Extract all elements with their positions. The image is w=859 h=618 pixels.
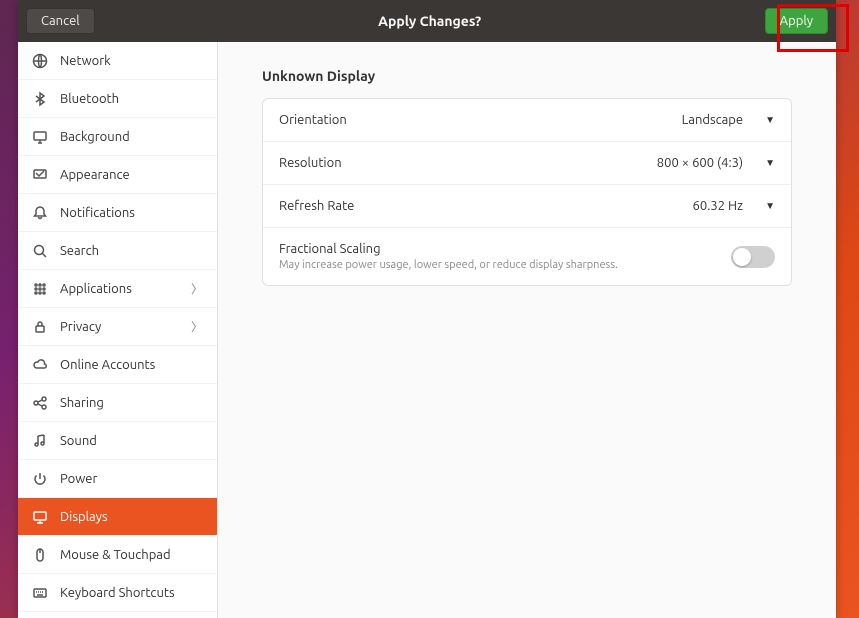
window-body: Network Bluetooth Background Appearance …: [18, 42, 836, 618]
sidebar-item-mouse[interactable]: Mouse & Touchpad: [18, 536, 217, 574]
sidebar-item-label: Keyboard Shortcuts: [60, 586, 203, 600]
sidebar-item-label: Displays: [60, 510, 203, 524]
row-label-group: Fractional Scaling May increase power us…: [279, 242, 719, 271]
appearance-icon: [32, 167, 48, 183]
dropdown-icon: ▼: [765, 114, 775, 126]
bell-icon: [32, 205, 48, 221]
power-icon: [32, 471, 48, 487]
sidebar-item-label: Online Accounts: [60, 358, 203, 372]
share-icon: [32, 395, 48, 411]
sidebar-item-label: Sound: [60, 434, 203, 448]
display-icon: [32, 509, 48, 525]
sidebar-item-notifications[interactable]: Notifications: [18, 194, 217, 232]
sidebar-item-label: Applications: [60, 282, 179, 296]
apply-button[interactable]: Apply: [765, 8, 828, 34]
orientation-row[interactable]: Orientation Landscape ▼: [263, 99, 791, 142]
refresh-row[interactable]: Refresh Rate 60.32 Hz ▼: [263, 185, 791, 228]
sidebar-item-label: Mouse & Touchpad: [60, 548, 203, 562]
sidebar-item-sharing[interactable]: Sharing: [18, 384, 217, 422]
chevron-right-icon: 〉: [191, 318, 203, 335]
sidebar-item-keyboard[interactable]: Keyboard Shortcuts: [18, 574, 217, 612]
fractional-scaling-toggle[interactable]: [731, 246, 775, 268]
sidebar-item-appearance[interactable]: Appearance: [18, 156, 217, 194]
lock-icon: [32, 319, 48, 335]
dropdown-icon: ▼: [765, 157, 775, 169]
sidebar-item-bluetooth[interactable]: Bluetooth: [18, 80, 217, 118]
grid-icon: [32, 281, 48, 297]
window-title: Apply Changes?: [378, 13, 481, 29]
keyboard-icon: [32, 585, 48, 601]
sidebar-item-label: Background: [60, 130, 203, 144]
sidebar-item-label: Notifications: [60, 206, 203, 220]
sidebar-item-power[interactable]: Power: [18, 460, 217, 498]
section-title: Unknown Display: [262, 68, 792, 84]
sidebar-item-label: Sharing: [60, 396, 203, 410]
row-label: Orientation: [279, 113, 670, 127]
sidebar-item-label: Power: [60, 472, 203, 486]
cloud-icon: [32, 357, 48, 373]
mouse-icon: [32, 547, 48, 563]
settings-window: Cancel Apply Changes? Apply Network Blue…: [18, 0, 836, 618]
fractional-scaling-row: Fractional Scaling May increase power us…: [263, 228, 791, 285]
resolution-value: 800 × 600 (4:3): [657, 156, 743, 170]
orientation-value: Landscape: [682, 113, 743, 127]
refresh-value: 60.32 Hz: [693, 199, 744, 213]
dropdown-icon: ▼: [765, 200, 775, 212]
sidebar-item-network[interactable]: Network: [18, 42, 217, 80]
display-settings-panel: Orientation Landscape ▼ Resolution 800 ×…: [262, 98, 792, 286]
sidebar: Network Bluetooth Background Appearance …: [18, 42, 218, 618]
bluetooth-icon: [32, 91, 48, 107]
search-icon: [32, 243, 48, 259]
sidebar-item-search[interactable]: Search: [18, 232, 217, 270]
chevron-right-icon: 〉: [191, 280, 203, 297]
scaling-label: Fractional Scaling: [279, 242, 719, 256]
globe-icon: [32, 53, 48, 69]
titlebar: Cancel Apply Changes? Apply: [18, 0, 836, 42]
cancel-button[interactable]: Cancel: [26, 8, 95, 34]
sidebar-item-label: Appearance: [60, 168, 203, 182]
row-label: Refresh Rate: [279, 199, 681, 213]
sidebar-item-label: Privacy: [60, 320, 179, 334]
sidebar-item-sound[interactable]: Sound: [18, 422, 217, 460]
sidebar-item-label: Network: [60, 54, 203, 68]
sidebar-item-online-accounts[interactable]: Online Accounts: [18, 346, 217, 384]
scaling-sublabel: May increase power usage, lower speed, o…: [279, 259, 719, 271]
music-icon: [32, 433, 48, 449]
sidebar-item-displays[interactable]: Displays: [18, 498, 217, 536]
main-content: Unknown Display Orientation Landscape ▼ …: [218, 42, 836, 618]
resolution-row[interactable]: Resolution 800 × 600 (4:3) ▼: [263, 142, 791, 185]
sidebar-item-privacy[interactable]: Privacy 〉: [18, 308, 217, 346]
row-label: Resolution: [279, 156, 645, 170]
sidebar-item-label: Search: [60, 244, 203, 258]
sidebar-item-label: Bluetooth: [60, 92, 203, 106]
monitor-icon: [32, 129, 48, 145]
sidebar-item-background[interactable]: Background: [18, 118, 217, 156]
sidebar-item-applications[interactable]: Applications 〉: [18, 270, 217, 308]
